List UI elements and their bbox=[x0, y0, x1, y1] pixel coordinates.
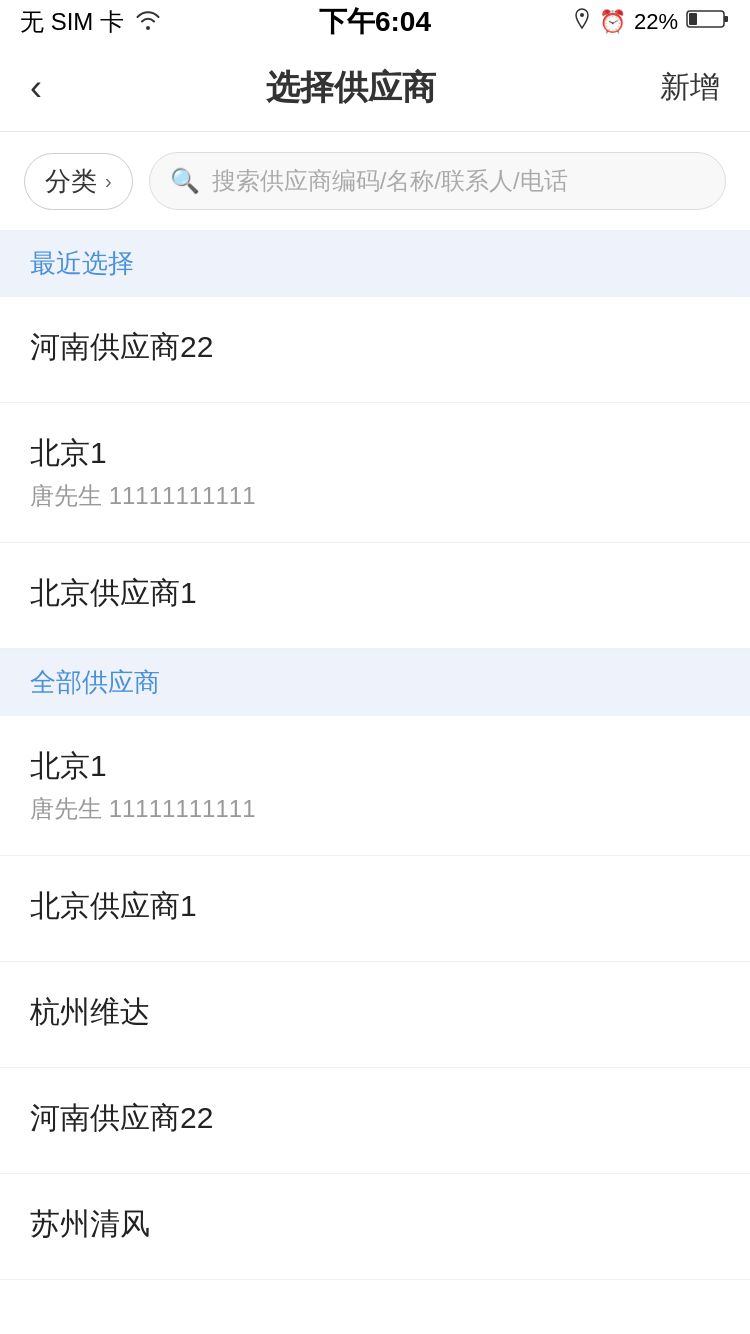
battery-percent: 22% bbox=[634, 9, 678, 35]
svg-rect-2 bbox=[689, 13, 697, 25]
status-bar: 无 SIM 卡 下午6:04 ⏰ 22% bbox=[0, 0, 750, 44]
new-button[interactable]: 新增 bbox=[660, 67, 720, 108]
status-right: ⏰ 22% bbox=[573, 8, 730, 36]
search-box[interactable]: 🔍 搜索供应商编码/名称/联系人/电话 bbox=[149, 152, 726, 210]
item-name: 北京供应商1 bbox=[30, 886, 720, 927]
all-items-list: 北京1 唐先生 11111111111 北京供应商1 杭州维达 河南供应商22 … bbox=[0, 716, 750, 1280]
search-icon: 🔍 bbox=[170, 167, 200, 195]
alarm-icon: ⏰ bbox=[599, 9, 626, 35]
recent-section-label: 最近选择 bbox=[30, 248, 134, 278]
item-detail: 唐先生 11111111111 bbox=[30, 480, 720, 512]
recent-section-header: 最近选择 bbox=[0, 230, 750, 297]
status-left: 无 SIM 卡 bbox=[20, 6, 162, 38]
recent-list-item[interactable]: 北京供应商1 bbox=[0, 543, 750, 649]
status-time: 下午6:04 bbox=[319, 3, 431, 41]
recent-items-list: 河南供应商22 北京1 唐先生 11111111111 北京供应商1 bbox=[0, 297, 750, 649]
all-list-item[interactable]: 河南供应商22 bbox=[0, 1068, 750, 1174]
all-list-item[interactable]: 北京供应商1 bbox=[0, 856, 750, 962]
all-list-item[interactable]: 苏州清风 bbox=[0, 1174, 750, 1280]
item-name: 河南供应商22 bbox=[30, 1098, 720, 1139]
item-detail: 唐先生 11111111111 bbox=[30, 793, 720, 825]
all-section-label: 全部供应商 bbox=[30, 667, 160, 697]
back-button[interactable]: ‹ bbox=[30, 67, 42, 109]
item-name: 北京供应商1 bbox=[30, 573, 720, 614]
chevron-right-icon: › bbox=[105, 170, 112, 193]
page-title: 选择供应商 bbox=[266, 65, 436, 111]
svg-point-0 bbox=[580, 13, 584, 17]
item-name: 苏州清风 bbox=[30, 1204, 720, 1245]
item-name: 河南供应商22 bbox=[30, 327, 720, 368]
search-placeholder: 搜索供应商编码/名称/联系人/电话 bbox=[212, 165, 568, 197]
battery-icon bbox=[686, 8, 730, 36]
category-label: 分类 bbox=[45, 164, 97, 199]
category-filter[interactable]: 分类 › bbox=[24, 153, 133, 210]
item-name: 北京1 bbox=[30, 433, 720, 474]
wifi-icon bbox=[134, 8, 162, 36]
all-section-header: 全部供应商 bbox=[0, 649, 750, 716]
item-name: 杭州维达 bbox=[30, 992, 720, 1033]
all-list-item[interactable]: 杭州维达 bbox=[0, 962, 750, 1068]
nav-bar: ‹ 选择供应商 新增 bbox=[0, 44, 750, 132]
location-icon bbox=[573, 8, 591, 36]
recent-list-item[interactable]: 北京1 唐先生 11111111111 bbox=[0, 403, 750, 543]
svg-rect-3 bbox=[724, 16, 728, 22]
filter-bar: 分类 › 🔍 搜索供应商编码/名称/联系人/电话 bbox=[0, 132, 750, 230]
no-sim-text: 无 SIM 卡 bbox=[20, 6, 124, 38]
recent-list-item[interactable]: 河南供应商22 bbox=[0, 297, 750, 403]
item-name: 北京1 bbox=[30, 746, 720, 787]
all-list-item[interactable]: 北京1 唐先生 11111111111 bbox=[0, 716, 750, 856]
